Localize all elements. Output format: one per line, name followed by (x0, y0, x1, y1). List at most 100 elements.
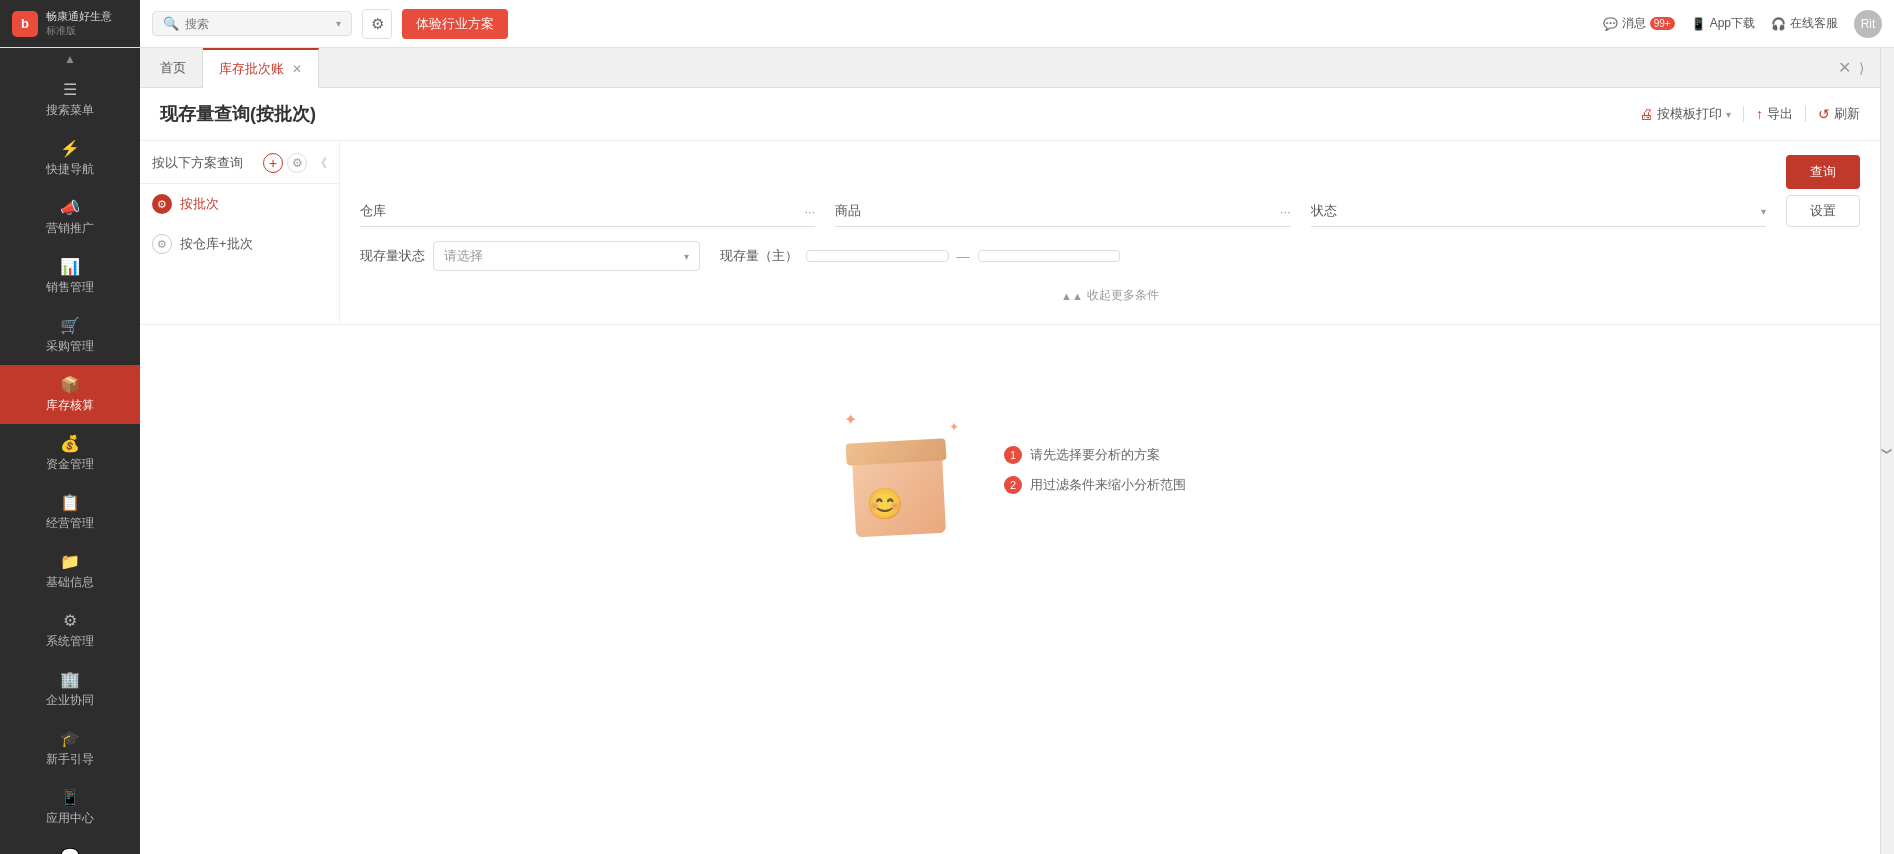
query-button[interactable]: 查询 (1786, 155, 1860, 189)
tip-num-1: 1 (1004, 446, 1022, 464)
logo-area: b 畅康通好生意 标准版 (0, 0, 140, 47)
scheme-collapse-icon[interactable]: 《 (315, 155, 327, 172)
stock-qty-input-end[interactable] (978, 250, 1121, 262)
filter-panel: 仓库 ··· 商品 ··· 状态 (340, 141, 1880, 324)
scheme-header-label: 按以下方案查询 (152, 154, 243, 172)
finance-icon: 💰 (60, 434, 80, 453)
system-icon: ⚙ (63, 611, 77, 630)
sales-icon: 📊 (60, 257, 80, 276)
app-name: 畅康通好生意 (46, 9, 112, 23)
refresh-icon: ↺ (1818, 106, 1830, 122)
empty-tip-1: 1 请先选择要分析的方案 (1004, 446, 1186, 464)
warehouse-label: 仓库 (360, 202, 386, 220)
status-dropdown-icon: ▾ (1761, 206, 1766, 217)
dropdown-arrow-icon: ▾ (336, 18, 341, 29)
right-panel-chevron-icon: ❯ (1882, 447, 1893, 455)
sidebar-item-system[interactable]: ⚙ 系统管理 (0, 601, 140, 660)
sidebar-item-operation[interactable]: 📋 经营管理 (0, 483, 140, 542)
page-header: 现存量查询(按批次) 🖨 按模板打印 ▾ ↑ 导出 ↺ 刷 (140, 88, 1880, 141)
experience-button[interactable]: 体验行业方案 (402, 9, 508, 39)
customer-service-label: 在线客服 (1790, 15, 1838, 32)
app-download-label: App下载 (1710, 15, 1755, 32)
warehouse-field: 仓库 ··· (360, 202, 815, 227)
tip-num-2: 2 (1004, 476, 1022, 494)
tab-bar: 首页 库存批次账 ✕ ✕ ⟩ (140, 48, 1880, 88)
purchase-icon: 🛒 (60, 316, 80, 335)
collapse-up-icon: ▲▲ (1061, 290, 1083, 302)
tab-close-icon[interactable]: ✕ (292, 62, 302, 76)
scheme-panel: 按以下方案查询 + ⚙ 《 ⚙ 按批次 ⚙ 按仓库+批次 (140, 141, 340, 324)
sidebar-scroll-up[interactable]: ▲ (0, 48, 140, 70)
home-label: 首页 (160, 59, 186, 77)
search-input[interactable] (185, 17, 330, 31)
empty-tips: 1 请先选择要分析的方案 2 用过滤条件来缩小分析范围 (1004, 446, 1186, 494)
messages-button[interactable]: 💬 消息 99+ (1603, 15, 1675, 32)
goods-label: 商品 (835, 202, 861, 220)
search-bar[interactable]: 🔍 ▾ (152, 11, 352, 36)
tab-inventory-batch[interactable]: 库存批次账 ✕ (203, 48, 319, 88)
app-center-icon: 📱 (60, 788, 80, 807)
sidebar: ▲ ☰ 搜索菜单 ⚡ 快捷导航 📣 营销推广 📊 销售管理 🛒 采购管理 📦 库… (0, 48, 140, 854)
tab-inventory-batch-label: 库存批次账 (219, 60, 284, 78)
status-field[interactable]: 状态 ▾ (1311, 202, 1766, 227)
stock-status-field: 现存量状态 请选择 ▾ (360, 241, 700, 271)
refresh-button[interactable]: ↺ 刷新 (1818, 105, 1860, 123)
app-edition: 标准版 (46, 24, 112, 38)
sidebar-item-wechat[interactable]: 💬 企业微信 (0, 837, 140, 854)
inventory-icon: 📦 (60, 375, 80, 394)
goods-more-icon[interactable]: ··· (1280, 204, 1291, 219)
status-label: 状态 (1311, 202, 1337, 220)
sidebar-item-quick-nav[interactable]: ⚡ 快捷导航 (0, 129, 140, 188)
user-avatar[interactable]: Rit (1854, 10, 1882, 38)
settings-button[interactable]: ⚙ (362, 9, 392, 39)
sidebar-item-app-center[interactable]: 📱 应用中心 (0, 778, 140, 837)
export-icon: ↑ (1756, 106, 1763, 122)
logo-icon: b (12, 11, 38, 37)
set-button[interactable]: 设置 (1786, 195, 1860, 227)
messages-label: 消息 (1622, 15, 1646, 32)
print-dropdown-icon: ▾ (1726, 109, 1731, 120)
marketing-icon: 📣 (60, 198, 80, 217)
right-panel-handle[interactable]: ❯ (1880, 48, 1894, 854)
sidebar-item-guide[interactable]: 🎓 新手引导 (0, 719, 140, 778)
sidebar-item-finance[interactable]: 💰 资金管理 (0, 424, 140, 483)
app-download-button[interactable]: 📱 App下载 (1691, 15, 1755, 32)
scheme-item-by-warehouse-batch[interactable]: ⚙ 按仓库+批次 (140, 224, 339, 264)
scheme-item-by-batch[interactable]: ⚙ 按批次 (140, 184, 339, 224)
page-content: 现存量查询(按批次) 🖨 按模板打印 ▾ ↑ 导出 ↺ 刷 (140, 88, 1880, 854)
messages-badge: 99+ (1650, 17, 1675, 30)
print-icon: 🖨 (1639, 106, 1653, 122)
panel-expand-icon[interactable]: ⟩ (1855, 56, 1868, 80)
tab-home[interactable]: 首页 (144, 48, 203, 88)
quick-nav-icon: ⚡ (60, 139, 80, 158)
stock-qty-label: 现存量（主） (720, 247, 798, 265)
collapse-more-button[interactable]: ▲▲ 收起更多条件 (360, 281, 1860, 310)
sidebar-item-sales[interactable]: 📊 销售管理 (0, 247, 140, 306)
sidebar-item-search-menu[interactable]: ☰ 搜索菜单 (0, 70, 140, 129)
sidebar-item-enterprise[interactable]: 🏢 企业协同 (0, 660, 140, 719)
scheme-settings-button[interactable]: ⚙ (287, 153, 307, 173)
export-button[interactable]: ↑ 导出 (1756, 105, 1793, 123)
goods-field: 商品 ··· (835, 202, 1290, 227)
stock-qty-dash: — (957, 249, 970, 264)
search-icon: 🔍 (163, 16, 179, 31)
customer-service-button[interactable]: 🎧 在线客服 (1771, 15, 1838, 32)
sidebar-item-basic-info[interactable]: 📁 基础信息 (0, 542, 140, 601)
wechat-icon: 💬 (60, 847, 80, 854)
inactive-scheme-dot: ⚙ (152, 234, 172, 254)
guide-icon: 🎓 (60, 729, 80, 748)
active-scheme-dot: ⚙ (152, 194, 172, 214)
stock-qty-input-start[interactable] (806, 250, 949, 262)
operation-icon: 📋 (60, 493, 80, 512)
sidebar-item-marketing[interactable]: 📣 营销推广 (0, 188, 140, 247)
sidebar-item-inventory[interactable]: 📦 库存核算 (0, 365, 140, 424)
stock-status-dropdown-icon: ▾ (684, 251, 689, 262)
page-title: 现存量查询(按批次) (160, 102, 316, 126)
add-scheme-button[interactable]: + (263, 153, 283, 173)
panel-close-icon[interactable]: ✕ (1834, 54, 1855, 81)
sidebar-item-purchase[interactable]: 🛒 采购管理 (0, 306, 140, 365)
enterprise-icon: 🏢 (60, 670, 80, 689)
print-button[interactable]: 🖨 按模板打印 ▾ (1639, 105, 1731, 123)
stock-status-select[interactable]: 请选择 ▾ (433, 241, 700, 271)
warehouse-more-icon[interactable]: ··· (804, 204, 815, 219)
